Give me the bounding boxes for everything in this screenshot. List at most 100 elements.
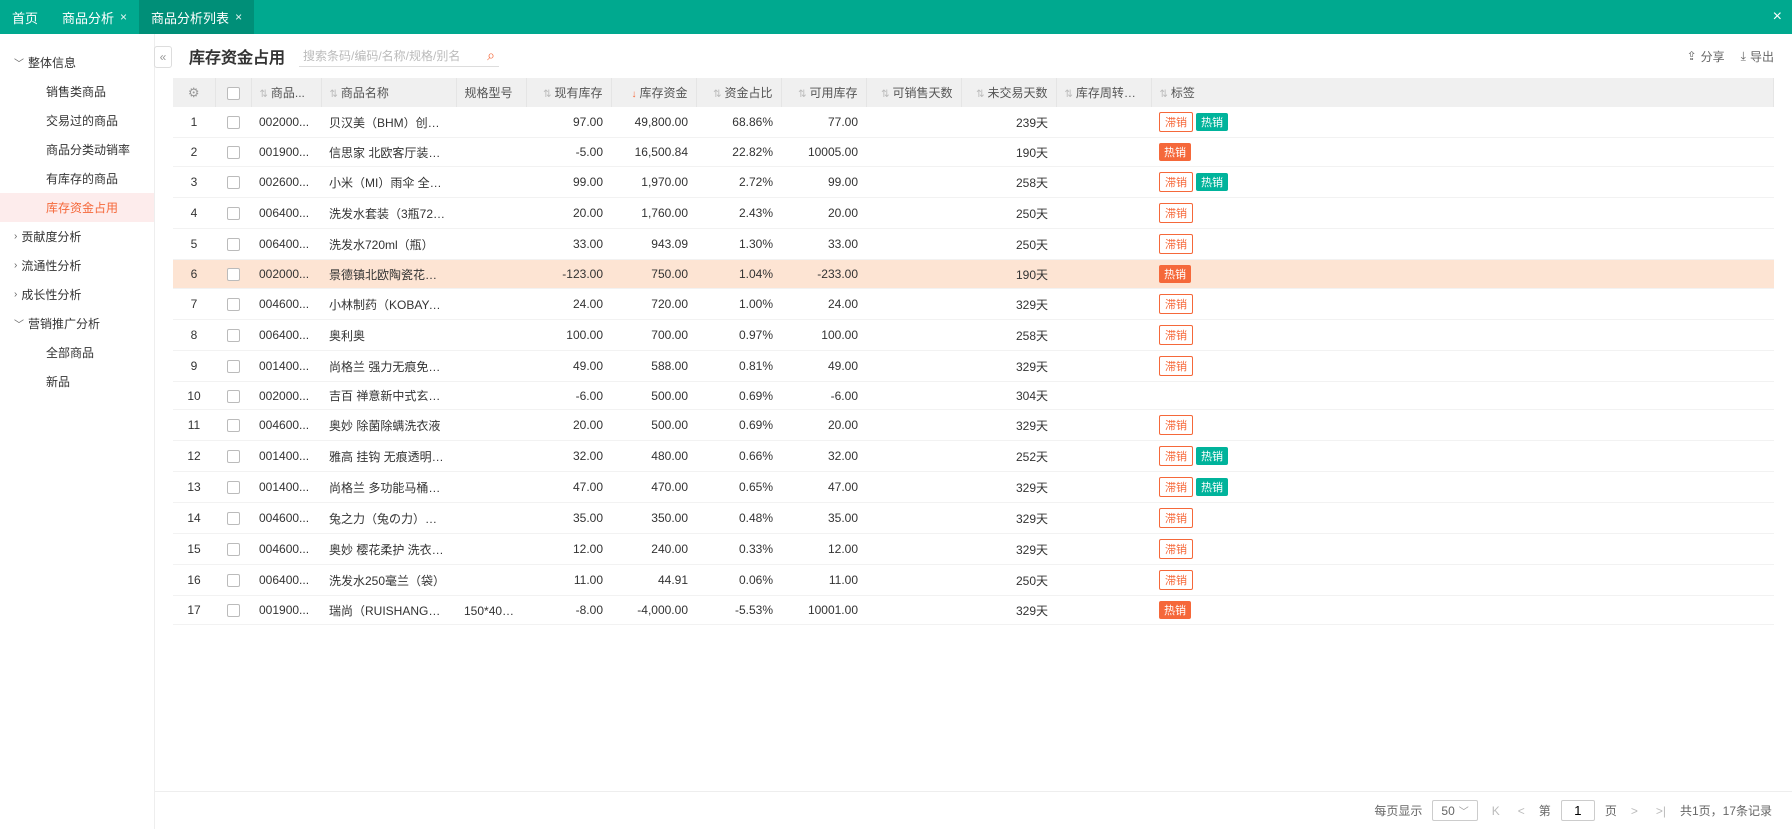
table-row[interactable]: 17001900...瑞尚（RUISHANG）卧室卧150*40厘米-8.00-…: [173, 596, 1774, 625]
table-row[interactable]: 14004600...兔之力（兔の力）粘毛器粘35.00350.000.48%3…: [173, 503, 1774, 534]
export-button[interactable]: ⤓导出: [1741, 48, 1774, 65]
table-row[interactable]: 10002000...吉百 禅意新中式玄关摆件客-6.00500.000.69%…: [173, 382, 1774, 410]
checkbox[interactable]: [227, 390, 240, 403]
table-row[interactable]: 13001400...尚格兰 多功能马桶刷套装 马47.00470.000.65…: [173, 472, 1774, 503]
checkbox[interactable]: [227, 298, 240, 311]
sidebar-item[interactable]: 新品: [0, 367, 154, 396]
table-row[interactable]: 1002000...贝汉美（BHM）创意北欧玄97.0049,800.0068.…: [173, 107, 1774, 138]
table-row[interactable]: 16006400...洗发水250毫兰（袋）11.0044.910.06%11.…: [173, 565, 1774, 596]
search-field[interactable]: ⌕: [299, 45, 499, 67]
checkbox[interactable]: [227, 419, 240, 432]
sidebar-item[interactable]: 库存资金占用: [0, 193, 154, 222]
cell-turnover: [1056, 441, 1151, 472]
top-tab[interactable]: 商品分析×: [50, 0, 139, 34]
close-all-icon[interactable]: ×: [1773, 0, 1782, 34]
top-tab[interactable]: 首页: [0, 0, 50, 34]
col-fund[interactable]: ↓库存资金: [611, 78, 696, 107]
cell-code: 006400...: [251, 198, 321, 229]
cell-spec: [456, 167, 526, 198]
checkbox[interactable]: [227, 238, 240, 251]
checkbox[interactable]: [227, 146, 240, 159]
sidebar-group-overall[interactable]: ﹀整体信息: [0, 48, 154, 77]
col-sale-days[interactable]: 可销售天数: [866, 78, 961, 107]
col-spec[interactable]: 规格型号: [456, 78, 526, 107]
col-turnover[interactable]: 库存周转天数: [1056, 78, 1151, 107]
chevron-right-icon: ›: [14, 289, 17, 300]
cell-sale-days: [866, 441, 961, 472]
table-row[interactable]: 4006400...洗发水套装（3瓶720ml+1瓶20.001,760.002…: [173, 198, 1774, 229]
close-icon[interactable]: ×: [235, 10, 242, 24]
checkbox[interactable]: [227, 481, 240, 494]
table-row[interactable]: 15004600...奥妙 樱花柔护 洗衣凝珠 1012.00240.000.3…: [173, 534, 1774, 565]
checkbox[interactable]: [227, 360, 240, 373]
sidebar-group-contribution[interactable]: ›贡献度分析: [0, 222, 154, 251]
col-checkbox[interactable]: [215, 78, 251, 107]
table-row[interactable]: 2001900...信思家 北欧客厅装饰画卧室-5.0016,500.8422.…: [173, 138, 1774, 167]
sidebar-item[interactable]: 商品分类动销率: [0, 135, 154, 164]
checkbox[interactable]: [227, 604, 240, 617]
pager-first-button[interactable]: K: [1488, 804, 1504, 818]
table-row[interactable]: 7004600...小林制药（KOBAYASHI）日24.00720.001.0…: [173, 289, 1774, 320]
share-button[interactable]: ⇪分享: [1687, 48, 1725, 65]
pager-next-button[interactable]: >: [1627, 804, 1642, 818]
close-icon[interactable]: ×: [120, 10, 127, 24]
sidebar-group-circulation[interactable]: ›流通性分析: [0, 251, 154, 280]
cell-sale-days: [866, 596, 961, 625]
sidebar-item[interactable]: 有库存的商品: [0, 164, 154, 193]
pager-prev-button[interactable]: <: [1514, 804, 1529, 818]
cell-notxn: 329天: [961, 534, 1056, 565]
col-tag[interactable]: 标签: [1151, 78, 1774, 107]
checkbox[interactable]: [227, 87, 240, 100]
cell-name: 兔之力（兔の力）粘毛器粘: [321, 503, 456, 534]
table-row[interactable]: 9001400...尚格兰 强力无痕免打孔浴室49.00588.000.81%4…: [173, 351, 1774, 382]
col-notxn[interactable]: 未交易天数: [961, 78, 1056, 107]
sidebar-group-growth[interactable]: ›成长性分析: [0, 280, 154, 309]
table-row[interactable]: 11004600...奥妙 除菌除螨洗衣液20.00500.000.69%20.…: [173, 410, 1774, 441]
table-row[interactable]: 5006400...洗发水720ml（瓶）33.00943.091.30%33.…: [173, 229, 1774, 260]
checkbox[interactable]: [227, 574, 240, 587]
cell-checkbox: [215, 565, 251, 596]
tag-badge: 滞销: [1159, 234, 1193, 254]
pager-page-input[interactable]: [1561, 800, 1595, 821]
checkbox[interactable]: [227, 450, 240, 463]
page-size-select[interactable]: 50﹀: [1432, 800, 1477, 821]
col-stock[interactable]: 现有库存: [526, 78, 611, 107]
cell-avail: -233.00: [781, 260, 866, 289]
cell-index: 2: [173, 138, 215, 167]
col-pct[interactable]: 资金占比: [696, 78, 781, 107]
checkbox[interactable]: [227, 207, 240, 220]
col-code[interactable]: 商品...: [251, 78, 321, 107]
sidebar-item[interactable]: 销售类商品: [0, 77, 154, 106]
cell-pct: 22.82%: [696, 138, 781, 167]
search-input[interactable]: [303, 49, 483, 63]
cell-checkbox: [215, 472, 251, 503]
checkbox[interactable]: [227, 329, 240, 342]
table-row[interactable]: 3002600...小米（MI）雨伞 全自动折叠99.001,970.002.7…: [173, 167, 1774, 198]
cell-pct: 1.30%: [696, 229, 781, 260]
checkbox[interactable]: [227, 116, 240, 129]
pager-last-button[interactable]: >|: [1652, 804, 1670, 818]
sidebar-item[interactable]: 全部商品: [0, 338, 154, 367]
cell-tags: 滞销: [1151, 289, 1774, 320]
col-name[interactable]: 商品名称: [321, 78, 456, 107]
top-tab[interactable]: 商品分析列表×: [139, 0, 254, 34]
sidebar-group-marketing[interactable]: ﹀营销推广分析: [0, 309, 154, 338]
cell-stock: 11.00: [526, 565, 611, 596]
table-row[interactable]: 6002000...景德镇北欧陶瓷花瓶摆件 仿-123.00750.001.04…: [173, 260, 1774, 289]
table-row[interactable]: 8006400...奥利奥100.00700.000.97%100.00258天…: [173, 320, 1774, 351]
checkbox[interactable]: [227, 268, 240, 281]
sidebar-item[interactable]: 交易过的商品: [0, 106, 154, 135]
collapse-sidebar-button[interactable]: «: [154, 46, 172, 68]
search-icon[interactable]: ⌕: [487, 47, 495, 64]
col-gear[interactable]: ⚙: [173, 78, 215, 107]
cell-code: 001400...: [251, 472, 321, 503]
tag-badge: 滞销: [1159, 112, 1193, 132]
cell-notxn: 329天: [961, 289, 1056, 320]
cell-sale-days: [866, 260, 961, 289]
col-avail[interactable]: 可用库存: [781, 78, 866, 107]
checkbox[interactable]: [227, 512, 240, 525]
checkbox[interactable]: [227, 543, 240, 556]
checkbox[interactable]: [227, 176, 240, 189]
cell-stock: 24.00: [526, 289, 611, 320]
table-row[interactable]: 12001400...雅高 挂钩 无痕透明粘钩 强32.00480.000.66…: [173, 441, 1774, 472]
